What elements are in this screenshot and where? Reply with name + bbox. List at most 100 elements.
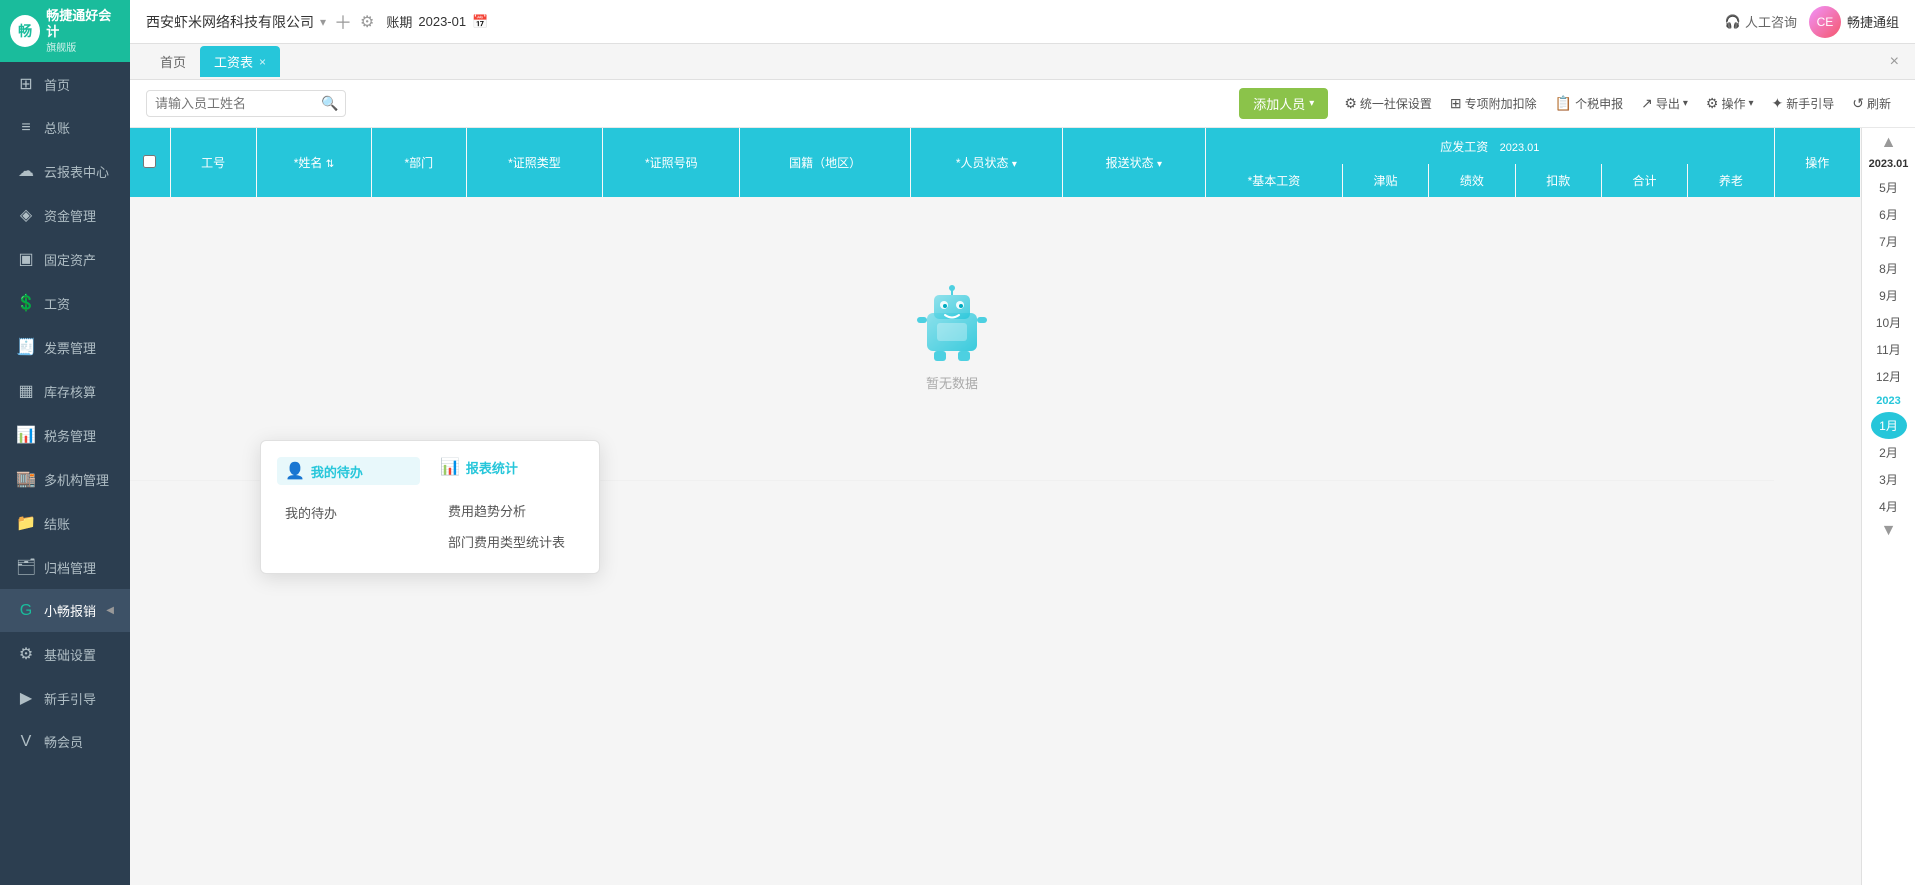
sidebar-logo[interactable]: 畅 畅捷通好会计 旗舰版 (0, 0, 130, 62)
avatar-initials: CE (1817, 15, 1834, 29)
sidebar-item-closing[interactable]: 📁 结账 (0, 501, 130, 545)
user-menu[interactable]: CE 畅捷通组 (1809, 6, 1899, 38)
salary-year: 2023.01 (1500, 142, 1540, 154)
month-item-4[interactable]: 4月 (1867, 493, 1911, 520)
period-value: 2023-01 (418, 14, 466, 29)
username: 畅捷通组 (1847, 12, 1899, 31)
tab-home[interactable]: 首页 (146, 46, 200, 77)
new-guide-button[interactable]: ✦ 新手引导 (1764, 91, 1843, 116)
sidebar-item-closing-label: 结账 (44, 514, 70, 533)
special-deduct-button[interactable]: ⊞ 专项附加扣除 (1442, 91, 1545, 116)
archive-icon: 🗂 (16, 557, 36, 577)
sidebar-item-inventory[interactable]: ▦ 库存核算 (0, 369, 130, 413)
sidebar-item-invoice[interactable]: 🧾 发票管理 (0, 325, 130, 369)
month-item-8[interactable]: 8月 (1867, 255, 1911, 282)
topbar-settings-icon[interactable]: ⚙ (360, 12, 374, 32)
xiaochang-collapse-icon: ◀ (106, 605, 114, 616)
tax-icon: 📊 (16, 425, 36, 445)
export-dropdown-icon: ▾ (1683, 98, 1688, 109)
th-dept: *部门 (372, 128, 467, 197)
month-item-7[interactable]: 7月 (1867, 228, 1911, 255)
month-item-3[interactable]: 3月 (1867, 466, 1911, 493)
social-insurance-button[interactable]: ⚙ 统一社保设置 (1336, 91, 1440, 116)
add-person-button[interactable]: 添加人员 ▾ (1239, 88, 1328, 119)
month-item-1[interactable]: 1月 (1871, 412, 1907, 439)
logo-title: 畅捷通好会计 (46, 8, 120, 39)
sidebar-item-xiaochang[interactable]: G 小畅报销 ◀ (0, 589, 130, 632)
sidebar-item-cloud[interactable]: ☁ 云报表中心 (0, 149, 130, 193)
name-sort-icon[interactable]: ⇅ (326, 159, 334, 170)
sidebar-item-basic[interactable]: ⚙ 基础设置 (0, 632, 130, 676)
th-checkbox[interactable] (130, 128, 170, 197)
sidebar-item-archive[interactable]: 🗂 归档管理 (0, 545, 130, 589)
month-panel-title: 2023.01 (1867, 154, 1911, 174)
th-name: *姓名 ⇅ (256, 128, 371, 197)
company-selector[interactable]: 西安虾米网络科技有限公司 ▾ (146, 12, 326, 32)
select-all-checkbox[interactable] (143, 155, 156, 168)
special-deduct-icon: ⊞ (1450, 95, 1462, 112)
company-dropdown-arrow: ▾ (320, 15, 326, 29)
xiaochang-icon: G (16, 602, 36, 620)
service-button[interactable]: 🎧 人工咨询 (1725, 12, 1797, 31)
toolbar-actions: ⚙ 统一社保设置 ⊞ 专项附加扣除 📋 个税申报 ↗ 导出 ▾ ⚙ 操作 ▾ (1336, 91, 1899, 116)
sidebar-item-salary[interactable]: 💲 工资 (0, 281, 130, 325)
month-item-10[interactable]: 10月 (1867, 309, 1911, 336)
th-pension: 养老 (1688, 164, 1774, 197)
period-selector[interactable]: 账期 2023-01 📅 (386, 12, 488, 31)
sidebar-item-multi[interactable]: 🏬 多机构管理 (0, 457, 130, 501)
popup-reports-icon: 📊 (440, 457, 460, 477)
popup-col-todo: 👤 我的待办 我的待办 (277, 457, 420, 557)
month-item-9[interactable]: 9月 (1867, 282, 1911, 309)
sidebar-item-funds-label: 资金管理 (44, 206, 96, 225)
status-filter-icon[interactable]: ▾ (1012, 159, 1017, 170)
th-report-status: 报送状态 ▾ (1062, 128, 1205, 197)
month-item-5[interactable]: 5月 (1867, 174, 1911, 201)
topbar: 西安虾米网络科技有限公司 ▾ ＋ ⚙ 账期 2023-01 📅 🎧 人工咨询 C… (130, 0, 1915, 44)
sidebar-item-tax[interactable]: 📊 税务管理 (0, 413, 130, 457)
month-panel-up[interactable]: ▲ (1879, 132, 1899, 154)
th-id-type: *证照类型 (466, 128, 603, 197)
refresh-button[interactable]: ↺ 刷新 (1844, 91, 1899, 116)
search-input[interactable] (155, 96, 315, 111)
basic-icon: ⚙ (16, 644, 36, 664)
th-id-number: *证照号码 (603, 128, 740, 197)
popup-reports-item-2[interactable]: 部门费用类型统计表 (440, 526, 583, 557)
refresh-icon: ↺ (1852, 95, 1864, 112)
month-item-2[interactable]: 2月 (1867, 439, 1911, 466)
sidebar-item-guide[interactable]: ▶ 新手引导 (0, 676, 130, 720)
popup-todo-item[interactable]: 我的待办 (277, 497, 420, 528)
report-filter-icon[interactable]: ▾ (1157, 159, 1162, 170)
export-button[interactable]: ↗ 导出 ▾ (1633, 91, 1696, 116)
sidebar-item-ledger[interactable]: ≡ 总账 (0, 106, 130, 149)
new-guide-icon: ✦ (1772, 95, 1784, 112)
operations-button[interactable]: ⚙ 操作 ▾ (1698, 91, 1762, 116)
tab-close-icon[interactable]: × (259, 55, 266, 69)
topbar-right: 🎧 人工咨询 CE 畅捷通组 (1725, 6, 1899, 38)
sidebar-menu: ⊞ 首页 ≡ 总账 ☁ 云报表中心 ◈ 资金管理 ▣ 固定资产 💲 工资 🧾 发… (0, 62, 130, 885)
tab-salary[interactable]: 工资表 × (200, 46, 280, 77)
sidebar-item-member[interactable]: V 畅会员 (0, 720, 130, 763)
calendar-icon: 📅 (472, 14, 488, 30)
operations-dropdown-icon: ▾ (1748, 98, 1753, 109)
month-item-11[interactable]: 11月 (1867, 336, 1911, 363)
sidebar-item-cloud-label: 云报表中心 (44, 162, 109, 181)
th-bonus: 绩效 (1429, 164, 1515, 197)
add-company-button[interactable]: ＋ (334, 9, 352, 35)
multi-icon: 🏬 (16, 469, 36, 489)
popup-reports-item-1[interactable]: 费用趋势分析 (440, 495, 583, 526)
tabs-panel-close[interactable]: × (1890, 53, 1899, 71)
tab-home-label: 首页 (160, 52, 186, 71)
month-item-6[interactable]: 6月 (1867, 201, 1911, 228)
sidebar-item-home[interactable]: ⊞ 首页 (0, 62, 130, 106)
sidebar-item-assets[interactable]: ▣ 固定资产 (0, 237, 130, 281)
empty-message: 暂无数据 (926, 373, 978, 392)
sidebar-item-inventory-label: 库存核算 (44, 382, 96, 401)
sidebar-item-basic-label: 基础设置 (44, 645, 96, 664)
sidebar-item-funds[interactable]: ◈ 资金管理 (0, 193, 130, 237)
sidebar-item-tax-label: 税务管理 (44, 426, 96, 445)
month-item-12[interactable]: 12月 (1867, 363, 1911, 390)
tax-report-button[interactable]: 📋 个税申报 (1547, 91, 1631, 116)
funds-icon: ◈ (16, 205, 36, 225)
sidebar-item-ledger-label: 总账 (44, 118, 70, 137)
month-panel-down[interactable]: ▼ (1879, 520, 1899, 542)
